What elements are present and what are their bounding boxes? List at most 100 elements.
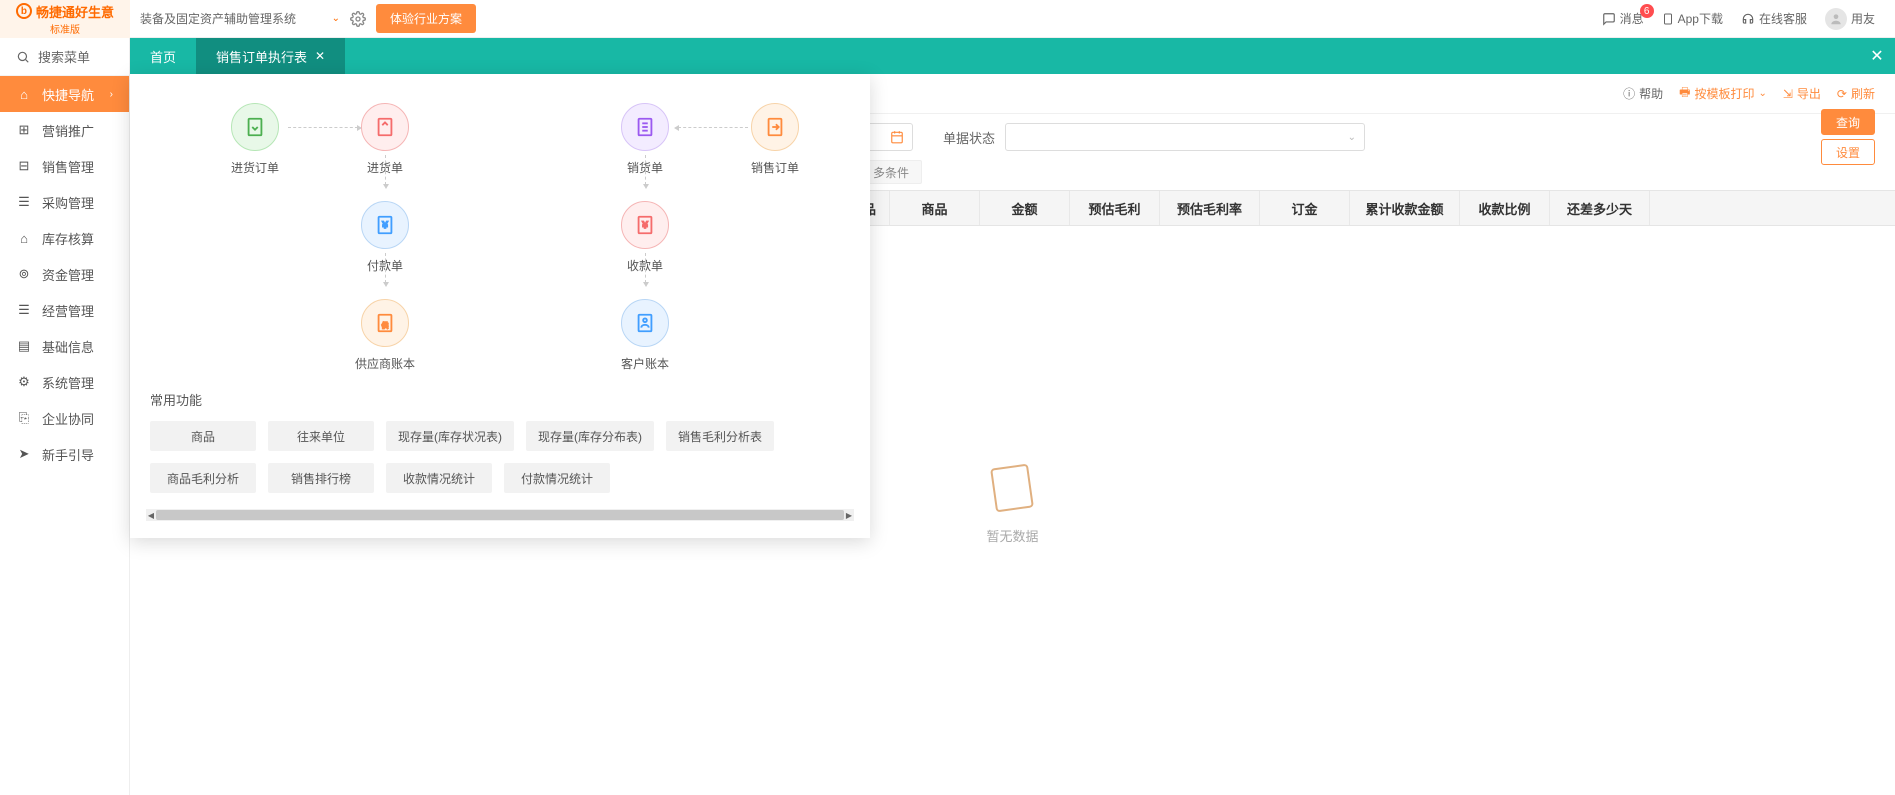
flow-purchase-receipt[interactable]: 进货单 [360,103,410,176]
column-header[interactable]: 商品 [890,191,980,225]
sidebar-item-1[interactable]: ⊞ 营销推广 [0,112,129,148]
common-fn-list: 商品往来单位现存量(库存状况表) 现存量(库存分布表) 销售毛利分析表商品毛利分析销… [130,413,870,501]
flow-purchase-order[interactable]: 进货订单 [230,103,280,176]
export-button[interactable]: ⇲ 导出 [1783,85,1821,102]
sidebar-item-9[interactable]: ⎘ 企业协同 [0,400,129,436]
settings-button[interactable]: 设置 [1821,139,1875,165]
nav-label: 经营管理 [42,301,94,320]
message-icon [1602,12,1616,26]
common-fn-button[interactable]: 商品 [150,421,256,451]
help-label: 帮助 [1639,85,1663,102]
headset-icon [1741,12,1755,26]
export-icon: ⇲ [1783,87,1793,101]
nav-icon: ➤ [16,446,32,462]
sidebar-item-2[interactable]: ⊟ 销售管理 [0,148,129,184]
nav-label: 销售管理 [42,157,94,176]
flow-supplier-ledger[interactable]: 供 供应商账本 [360,299,410,372]
flow-row-1: 进货订单 进货单 销货单 销售订单 [130,94,870,184]
phone-icon [1662,12,1674,26]
nav-icon: ▤ [16,338,32,354]
help-link[interactable]: ⓘ 帮助 [1623,85,1663,102]
nav-icon: ☰ [16,302,32,318]
common-fn-button[interactable]: 现存量(库存状况表) [386,421,514,451]
common-fn-button[interactable]: 付款情况统计 [504,463,610,493]
search-icon [16,50,30,64]
close-icon[interactable]: ✕ [315,49,325,63]
sidebar-item-7[interactable]: ▤ 基础信息 [0,328,129,364]
nav-label: 库存核算 [42,229,94,248]
gear-icon[interactable] [350,11,366,27]
flow-row-3: 供 供应商账本 客户账本 [130,290,870,380]
sidebar-item-3[interactable]: ☰ 采购管理 [0,184,129,220]
tab-label: 销售订单执行表 [216,47,307,66]
column-header[interactable]: 金额 [980,191,1070,225]
chevron-down-icon: ⌄ [1348,132,1356,143]
support-link[interactable]: 在线客服 [1741,10,1807,27]
sidebar-item-0[interactable]: ⌂ 快捷导航 › [0,76,129,112]
nav-icon: ⌂ [16,231,32,246]
common-fn-button[interactable]: 销售毛利分析表 [666,421,774,451]
status-select[interactable]: ⌄ [1005,123,1365,151]
common-fn-button[interactable]: 往来单位 [268,421,374,451]
refresh-label: 刷新 [1851,85,1875,102]
sidebar: 搜索菜单 ⌂ 快捷导航 ›⊞ 营销推广 ⊟ 销售管理 ☰ 采购管理 ⌂ 库存核算 [0,38,130,795]
tab-0[interactable]: 首页 [130,38,196,74]
close-all-tabs[interactable]: ✕ [1859,38,1895,74]
refresh-button[interactable]: ⟳ 刷新 [1837,85,1875,102]
sidebar-item-10[interactable]: ➤ 新手引导 [0,436,129,472]
panel-scrollbar[interactable]: ◀ ▶ [146,509,854,521]
messages-badge: 6 [1640,4,1654,18]
column-header[interactable]: 预估毛利 [1070,191,1160,225]
nav-icon: ⌂ [16,87,32,102]
sidebar-item-4[interactable]: ⌂ 库存核算 [0,220,129,256]
sidebar-item-5[interactable]: ⊚ 资金管理 [0,256,129,292]
doc-icon [361,103,409,151]
sidebar-search[interactable]: 搜索菜单 [0,38,129,76]
user-name: 用友 [1851,10,1875,27]
common-fn-button[interactable]: 销售排行榜 [268,463,374,493]
scroll-thumb[interactable] [156,510,844,520]
messages-link[interactable]: 消息 6 [1602,10,1644,27]
doc-icon: ¥ [361,201,409,249]
flow-customer-ledger[interactable]: 客户账本 [620,299,670,372]
common-fn-button[interactable]: 商品毛利分析 [150,463,256,493]
user-menu[interactable]: 用友 [1825,8,1875,30]
column-header[interactable]: 还差多少天 [1550,191,1650,225]
column-header[interactable]: 订金 [1260,191,1350,225]
ledger-icon: 供 [361,299,409,347]
cta-button[interactable]: 体验行业方案 [376,4,476,33]
doc-icon: ¥ [621,201,669,249]
nav-label: 营销推广 [42,121,94,140]
flow-sales-invoice[interactable]: 销货单 [620,103,670,176]
brand-edition: 标准版 [50,21,80,36]
org-selector[interactable]: 装备及固定资产辅助管理系统 ⌄ [140,10,340,27]
flow-sales-order[interactable]: 销售订单 [750,103,800,176]
sidebar-item-8[interactable]: ⚙ 系统管理 [0,364,129,400]
print-label: 按模板打印 [1694,85,1754,102]
print-template-button[interactable]: 🖶 按模板打印 ⌄ [1679,83,1767,104]
nav-label: 系统管理 [42,373,94,392]
svg-text:¥: ¥ [641,219,648,229]
common-fn-button[interactable]: 现存量(库存分布表) [526,421,654,451]
column-header[interactable]: 收款比例 [1460,191,1550,225]
doc-icon [231,103,279,151]
tab-1[interactable]: 销售订单执行表 ✕ [196,38,345,74]
svg-text:¥: ¥ [381,219,388,229]
column-header[interactable]: 累计收款金额 [1350,191,1460,225]
query-button[interactable]: 查询 [1821,109,1875,135]
app-download-link[interactable]: App下载 [1662,10,1723,27]
column-header[interactable]: 预估毛利率 [1160,191,1260,225]
nav-label: 基础信息 [42,337,94,356]
tabs-bar: 首页 销售订单执行表 ✕ ✕ [130,38,1895,74]
brand-block: b 畅捷通好生意 标准版 [0,0,130,38]
chevron-down-icon: ⌄ [332,13,340,24]
flow-payment[interactable]: ¥ 付款单 [360,201,410,274]
support-label: 在线客服 [1759,10,1807,27]
sidebar-search-label: 搜索菜单 [38,47,90,66]
nav-icon: ⊞ [16,122,32,138]
nav-label: 新手引导 [42,445,94,464]
common-fn-button[interactable]: 收款情况统计 [386,463,492,493]
nav-label: 快捷导航 [42,85,94,104]
flow-receipt[interactable]: ¥ 收款单 [620,201,670,274]
sidebar-item-6[interactable]: ☰ 经营管理 [0,292,129,328]
